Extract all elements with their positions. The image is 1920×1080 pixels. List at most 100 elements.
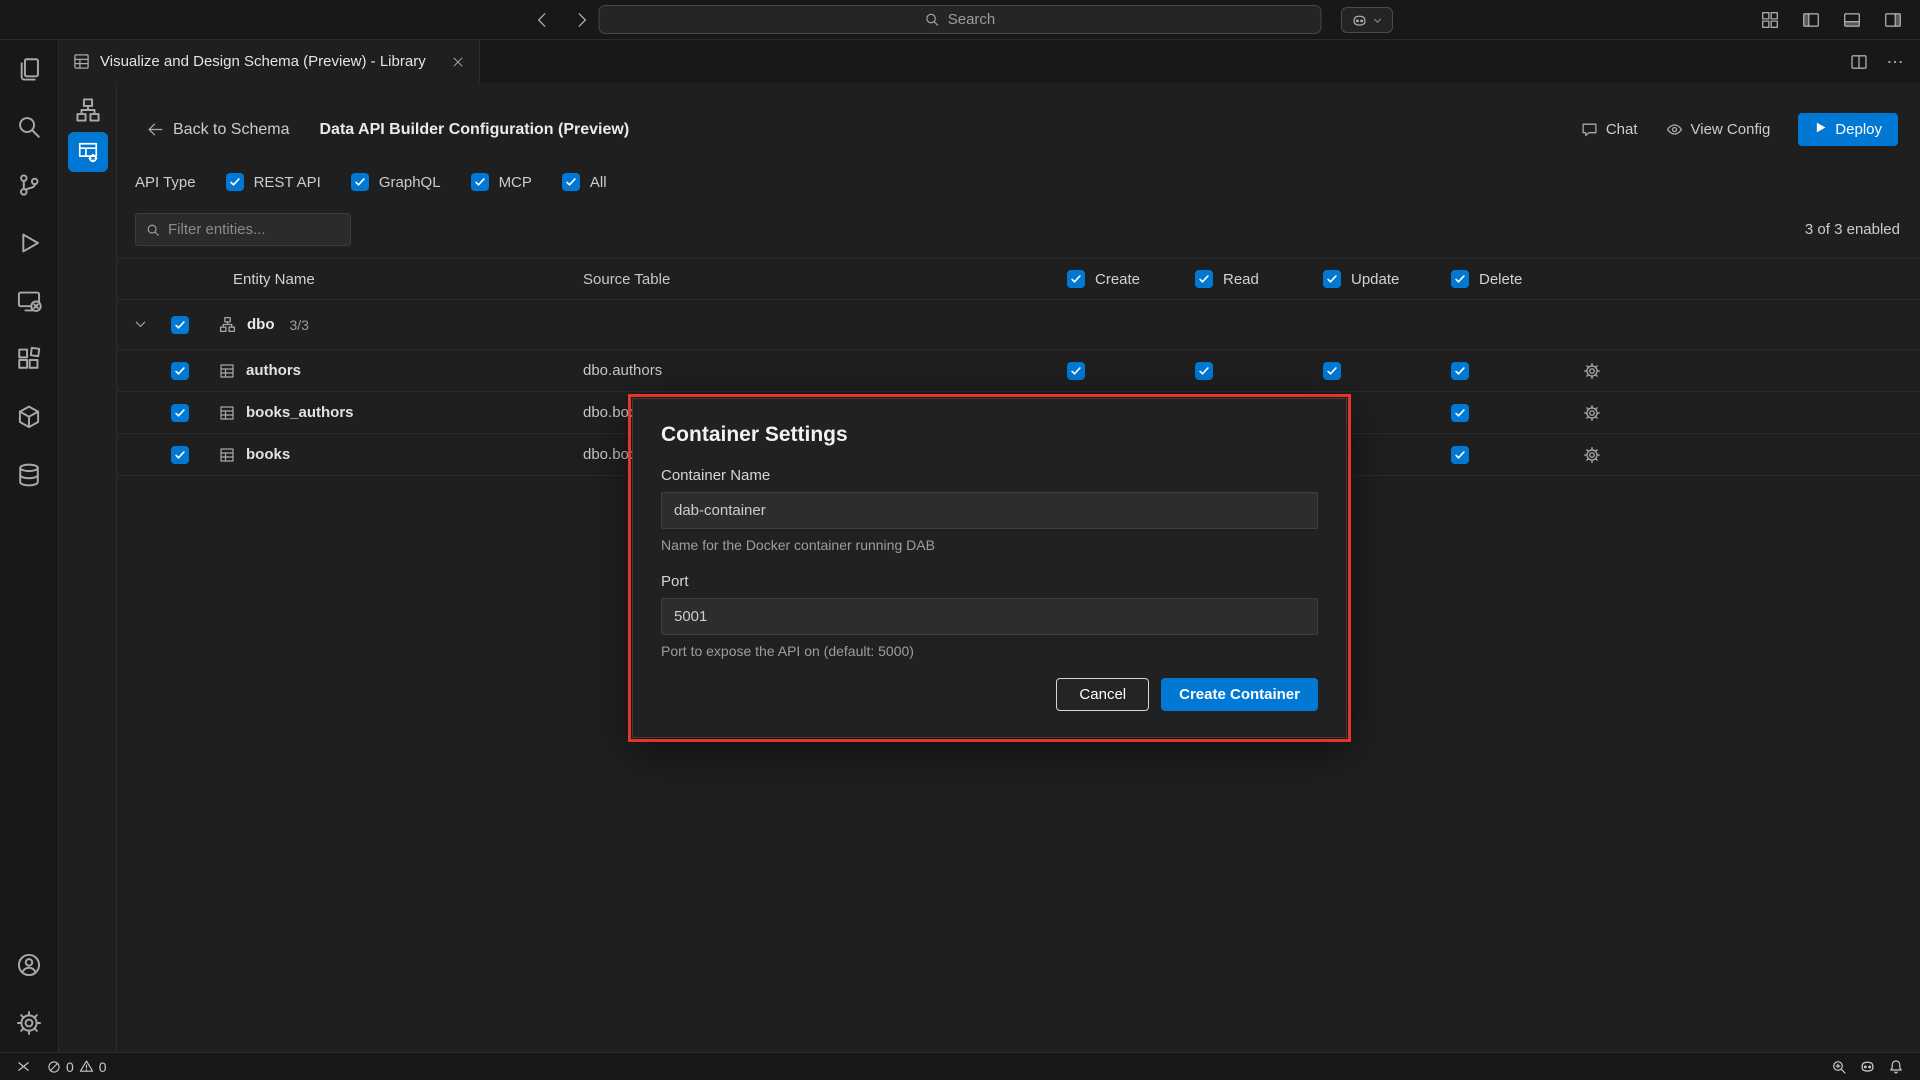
vscode-window: Search [0, 0, 1920, 1080]
designer-toolbar [59, 83, 117, 1052]
source-control-icon[interactable] [0, 156, 59, 214]
filter-entities-input[interactable] [168, 221, 367, 238]
row-delete-checkbox[interactable] [1451, 404, 1469, 422]
row-checkbox[interactable] [171, 404, 189, 422]
rest-api-checkbox[interactable] [226, 173, 244, 191]
warnings-count: 0 [99, 1059, 107, 1075]
tab-label: Visualize and Design Schema (Preview) - … [100, 53, 441, 70]
entity-name: books [246, 446, 290, 463]
zoom-indicator-icon[interactable] [1825, 1053, 1853, 1080]
customize-layout-icon[interactable] [1757, 7, 1783, 33]
port-input[interactable] [661, 598, 1318, 635]
create-all-checkbox[interactable] [1067, 270, 1085, 288]
notifications-bell-icon[interactable] [1882, 1053, 1910, 1080]
split-editor-icon[interactable] [1850, 53, 1868, 71]
group-expand-chevron-icon[interactable] [117, 317, 163, 332]
graphql-checkbox[interactable] [351, 173, 369, 191]
deploy-button[interactable]: Deploy [1798, 113, 1898, 146]
toggle-secondary-sidebar-icon[interactable] [1880, 7, 1906, 33]
run-debug-icon[interactable] [0, 214, 59, 272]
errors-count: 0 [66, 1059, 74, 1075]
activity-bar [0, 40, 59, 1052]
read-header: Read [1195, 270, 1323, 288]
cancel-button[interactable]: Cancel [1056, 678, 1149, 711]
copilot-menu-button[interactable] [1341, 7, 1393, 33]
row-settings-gear-icon[interactable] [1583, 362, 1601, 380]
tab-close-icon[interactable] [451, 55, 465, 69]
back-arrow-icon[interactable] [530, 8, 554, 32]
all-checkbox-group[interactable]: All [562, 173, 607, 191]
create-header: Create [1067, 270, 1195, 288]
forward-arrow-icon[interactable] [570, 8, 594, 32]
rest-api-label: REST API [254, 174, 321, 191]
source-table-cell: dbo.authors [557, 362, 1067, 379]
mcp-checkbox[interactable] [471, 173, 489, 191]
delete-all-checkbox[interactable] [1451, 270, 1469, 288]
row-settings-gear-icon[interactable] [1583, 404, 1601, 422]
group-name: dbo [247, 316, 275, 333]
tab-schema-designer[interactable]: Visualize and Design Schema (Preview) - … [59, 40, 480, 83]
package-cube-icon[interactable] [0, 388, 59, 446]
row-checkbox[interactable] [171, 446, 189, 464]
toggle-sidebar-icon[interactable] [1798, 7, 1824, 33]
explorer-icon[interactable] [0, 40, 59, 98]
container-name-input[interactable] [661, 492, 1318, 529]
status-bar: 0 0 [0, 1052, 1920, 1080]
port-help: Port to expose the API on (default: 5000… [661, 643, 1318, 659]
editor-area: Back to Schema Data API Builder Configur… [59, 83, 1920, 1052]
database-icon[interactable] [0, 446, 59, 504]
errors-icon [47, 1060, 61, 1074]
row-settings-gear-icon[interactable] [1583, 446, 1601, 464]
group-count: 3/3 [290, 317, 309, 333]
row-read-checkbox[interactable] [1195, 362, 1213, 380]
play-icon [1814, 121, 1827, 138]
update-all-checkbox[interactable] [1323, 270, 1341, 288]
filter-search-icon [146, 223, 160, 237]
schema-diagram-view-button[interactable] [75, 97, 101, 123]
read-all-checkbox[interactable] [1195, 270, 1213, 288]
create-container-button[interactable]: Create Container [1161, 678, 1318, 711]
view-config-button[interactable]: View Config [1666, 121, 1771, 138]
rest-api-checkbox-group[interactable]: REST API [226, 173, 321, 191]
history-nav [530, 0, 594, 40]
all-checkbox[interactable] [562, 173, 580, 191]
row-create-checkbox[interactable] [1067, 362, 1085, 380]
search-sidebar-icon[interactable] [0, 98, 59, 156]
header-actions: Chat View Config [1581, 113, 1898, 146]
more-actions-icon[interactable] [1886, 53, 1904, 71]
account-icon[interactable] [0, 936, 59, 994]
row-delete-checkbox[interactable] [1451, 446, 1469, 464]
problems-indicator[interactable]: 0 0 [41, 1053, 113, 1080]
warnings-icon [79, 1059, 94, 1074]
table-icon [219, 447, 235, 463]
group-checkbox[interactable] [171, 316, 189, 334]
port-label: Port [661, 573, 1318, 590]
table-row-authors[interactable]: authors dbo.authors [117, 350, 1920, 392]
graphql-checkbox-group[interactable]: GraphQL [351, 173, 441, 191]
row-delete-checkbox[interactable] [1451, 362, 1469, 380]
filter-entities-field[interactable] [135, 213, 351, 246]
read-header-label: Read [1223, 271, 1259, 288]
schema-group-row[interactable]: dbo 3/3 [117, 300, 1920, 350]
extensions-icon[interactable] [0, 330, 59, 388]
row-update-checkbox[interactable] [1323, 362, 1341, 380]
container-settings-dialog: Container Settings Container Name Name f… [632, 398, 1347, 738]
copilot-status-icon[interactable] [1853, 1053, 1882, 1080]
container-name-label: Container Name [661, 467, 1318, 484]
chevron-down-icon [1372, 15, 1383, 26]
search-placeholder: Search [948, 11, 996, 28]
toggle-panel-icon[interactable] [1839, 7, 1865, 33]
settings-gear-icon[interactable] [0, 994, 59, 1052]
table-icon [219, 363, 235, 379]
command-center-search[interactable]: Search [599, 5, 1322, 34]
dab-config-view-button[interactable] [68, 132, 108, 172]
remote-explorer-icon[interactable] [0, 272, 59, 330]
mcp-checkbox-group[interactable]: MCP [471, 173, 532, 191]
mcp-label: MCP [499, 174, 532, 191]
deploy-label: Deploy [1835, 121, 1882, 138]
row-checkbox[interactable] [171, 362, 189, 380]
back-to-schema-link[interactable]: Back to Schema [147, 121, 290, 139]
remote-indicator-icon[interactable] [10, 1053, 37, 1080]
chat-button[interactable]: Chat [1581, 121, 1638, 138]
graphql-label: GraphQL [379, 174, 441, 191]
